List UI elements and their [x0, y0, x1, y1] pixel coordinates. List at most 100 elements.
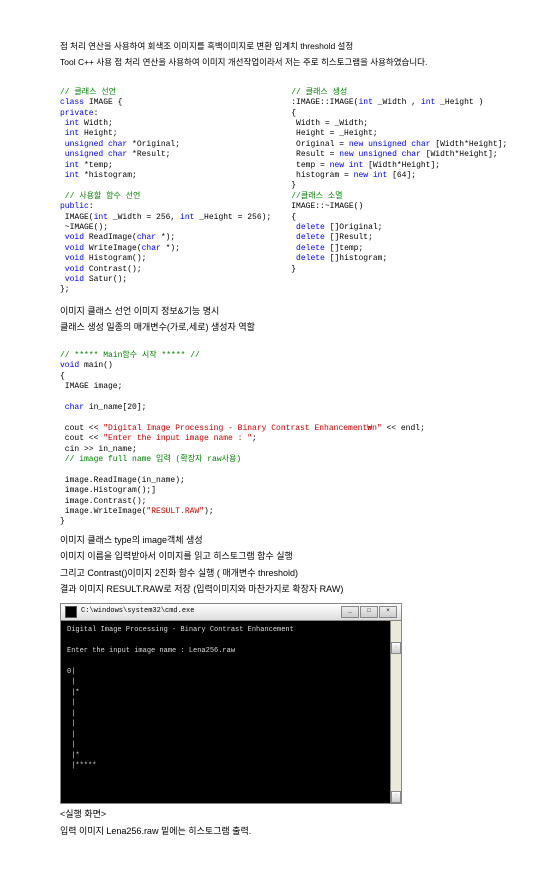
- code-text: *);: [161, 244, 180, 253]
- code-text: []Result;: [325, 233, 373, 242]
- intro-line2-rest: 점 처리 연산을 사용하여 이미지 개선작업이라서 저는 주로 히스토그램을 사…: [114, 57, 427, 67]
- code-text: *);: [156, 233, 175, 242]
- code-text: << endl;: [382, 424, 425, 433]
- kw-int: int: [358, 98, 372, 107]
- scroll-down-icon[interactable]: ▼: [391, 791, 401, 803]
- minimize-button[interactable]: _: [341, 606, 359, 618]
- code-text: *histogram;: [79, 171, 137, 180]
- desc-image-object: 이미지 클래스 type의 image객체 생성: [60, 534, 473, 548]
- code-text: IMAGE(: [60, 213, 94, 222]
- code-main-block: // ***** Main함수 시작 ***** // void main() …: [60, 341, 473, 528]
- code-comment: // 사용할 함수 선언: [60, 192, 140, 201]
- kw-uchar: unsigned char: [60, 140, 127, 149]
- code-comment: // 클래스 생성: [291, 88, 347, 97]
- code-text: Satur();: [84, 275, 127, 284]
- code-text: _Width = 256,: [108, 213, 180, 222]
- desc-class-decl: 이미지 클래스 선언 이미지 정보&기능 명시: [60, 305, 473, 319]
- code-text: {: [291, 213, 296, 222]
- desc-class-ctor: 클래스 생성 일종의 매개변수(가로,세로) 생성자 역할: [60, 321, 473, 335]
- code-text: IMAGE {: [84, 98, 122, 107]
- code-text: }: [291, 265, 296, 274]
- terminal-body: Digital Image Processing - Binary Contra…: [61, 621, 401, 803]
- terminal-line-2: Enter the input image name : Lena256.raw: [67, 647, 235, 655]
- string-literal: "RESULT.RAW": [146, 507, 204, 516]
- kw-delete: delete: [291, 254, 325, 263]
- kw-delete: delete: [291, 244, 325, 253]
- code-text: Histogram();: [84, 254, 146, 263]
- terminal-scrollbar[interactable]: ▲ ▼: [390, 621, 401, 803]
- code-text: {: [60, 372, 65, 381]
- scroll-up-icon[interactable]: ▲: [391, 642, 401, 654]
- code-text: main(): [79, 361, 113, 370]
- kw-char: char: [142, 244, 161, 253]
- desc-result-save: 결과 이미지 RESULT.RAW로 저장 (입력이미지와 마찬가지로 확장자 …: [60, 583, 473, 597]
- code-text: {: [291, 109, 296, 118]
- kw-int: int: [60, 129, 79, 138]
- kw-void: void: [60, 361, 79, 370]
- code-text: [Width*Height];: [430, 140, 507, 149]
- terminal-histogram: 0| | |* | | | | | |* |*****: [67, 668, 96, 771]
- code-text: :: [94, 109, 99, 118]
- code-text: in_name[20];: [84, 403, 146, 412]
- intro-line2: Tool C++ 사용 점 처리 연산을 사용하여 이미지 개선작업이라서 저는…: [60, 56, 473, 69]
- kw-void: void: [60, 254, 84, 263]
- desc-read-histogram: 이미지 이름을 입력받아서 이미지를 읽고 히스토그램 함수 실행: [60, 550, 473, 564]
- code-text: Height = _Height;: [291, 129, 377, 138]
- kw-uchar: unsigned char: [60, 150, 127, 159]
- code-text: Width = _Width;: [291, 119, 368, 128]
- code-text: *Original;: [127, 140, 180, 149]
- caption-screen: <실행 화면>: [60, 808, 473, 822]
- kw-int: int: [60, 119, 79, 128]
- string-literal: "Digital Image Processing - Binary Contr…: [103, 424, 381, 433]
- kw-private: private: [60, 109, 94, 118]
- code-text: temp =: [291, 161, 329, 170]
- code-comment: // image full name 입력 (확장자 raw사용): [60, 455, 241, 464]
- code-text: }: [60, 517, 65, 526]
- code-text: _Height ): [435, 98, 483, 107]
- kw-void: void: [60, 275, 84, 284]
- kw-void: void: [60, 233, 84, 242]
- caption-input: 입력 이미지 Lena256.raw 밑에는 히스토그램 출력.: [60, 825, 473, 839]
- cmd-icon: [65, 606, 77, 618]
- maximize-button[interactable]: □: [360, 606, 378, 618]
- code-text: Height;: [79, 129, 117, 138]
- code-text: histogram =: [291, 171, 353, 180]
- code-left-column: // 클래스 선언 class IMAGE { private: int Wid…: [60, 78, 271, 296]
- kw-new: new int: [330, 161, 364, 170]
- intro-line1: 점 처리 연산을 사용하여 회색조 이미지를 흑백이미지로 변환 임계치 thr…: [60, 40, 473, 53]
- close-button[interactable]: ×: [379, 606, 397, 618]
- code-text: IMAGE::~IMAGE(): [291, 202, 363, 211]
- code-text: Contrast();: [84, 265, 142, 274]
- code-text: image.Contrast();: [60, 497, 146, 506]
- string-literal: "Enter the input image name : ": [103, 434, 252, 443]
- kw-void: void: [60, 265, 84, 274]
- code-text: Width;: [79, 119, 113, 128]
- kw-int: int: [60, 171, 79, 180]
- code-text: :: [89, 202, 94, 211]
- terminal-titlebar[interactable]: C:\windows\system32\cmd.exe _ □ ×: [61, 604, 401, 621]
- code-text: [Width*Height];: [421, 150, 498, 159]
- code-text: *temp;: [79, 161, 113, 170]
- kw-int: int: [94, 213, 108, 222]
- kw-int: int: [421, 98, 435, 107]
- code-text: Result =: [291, 150, 339, 159]
- code-text: ;: [252, 434, 257, 443]
- code-text: [Width*Height];: [363, 161, 440, 170]
- code-text: cout <<: [60, 424, 103, 433]
- code-text: image.Histogram();]: [60, 486, 156, 495]
- code-text: _Width ,: [373, 98, 421, 107]
- terminal-window: C:\windows\system32\cmd.exe _ □ × Digita…: [60, 603, 402, 804]
- desc-contrast: 그리고 Contrast()이미지 2진화 함수 실행 ( 매개변수 thres…: [60, 567, 473, 581]
- code-text: _Height = 256);: [194, 213, 271, 222]
- code-text: *Result;: [127, 150, 170, 159]
- kw-int: int: [180, 213, 194, 222]
- code-text: );: [204, 507, 214, 516]
- kw-delete: delete: [291, 223, 325, 232]
- code-text: []histogram;: [325, 254, 387, 263]
- code-text: [64];: [387, 171, 416, 180]
- code-text: image.WriteImage(: [60, 507, 146, 516]
- kw-int: int: [60, 161, 79, 170]
- terminal-line-1: Digital Image Processing - Binary Contra…: [67, 626, 294, 634]
- code-text: };: [60, 285, 70, 294]
- code-comment: // 클래스 선언: [60, 88, 116, 97]
